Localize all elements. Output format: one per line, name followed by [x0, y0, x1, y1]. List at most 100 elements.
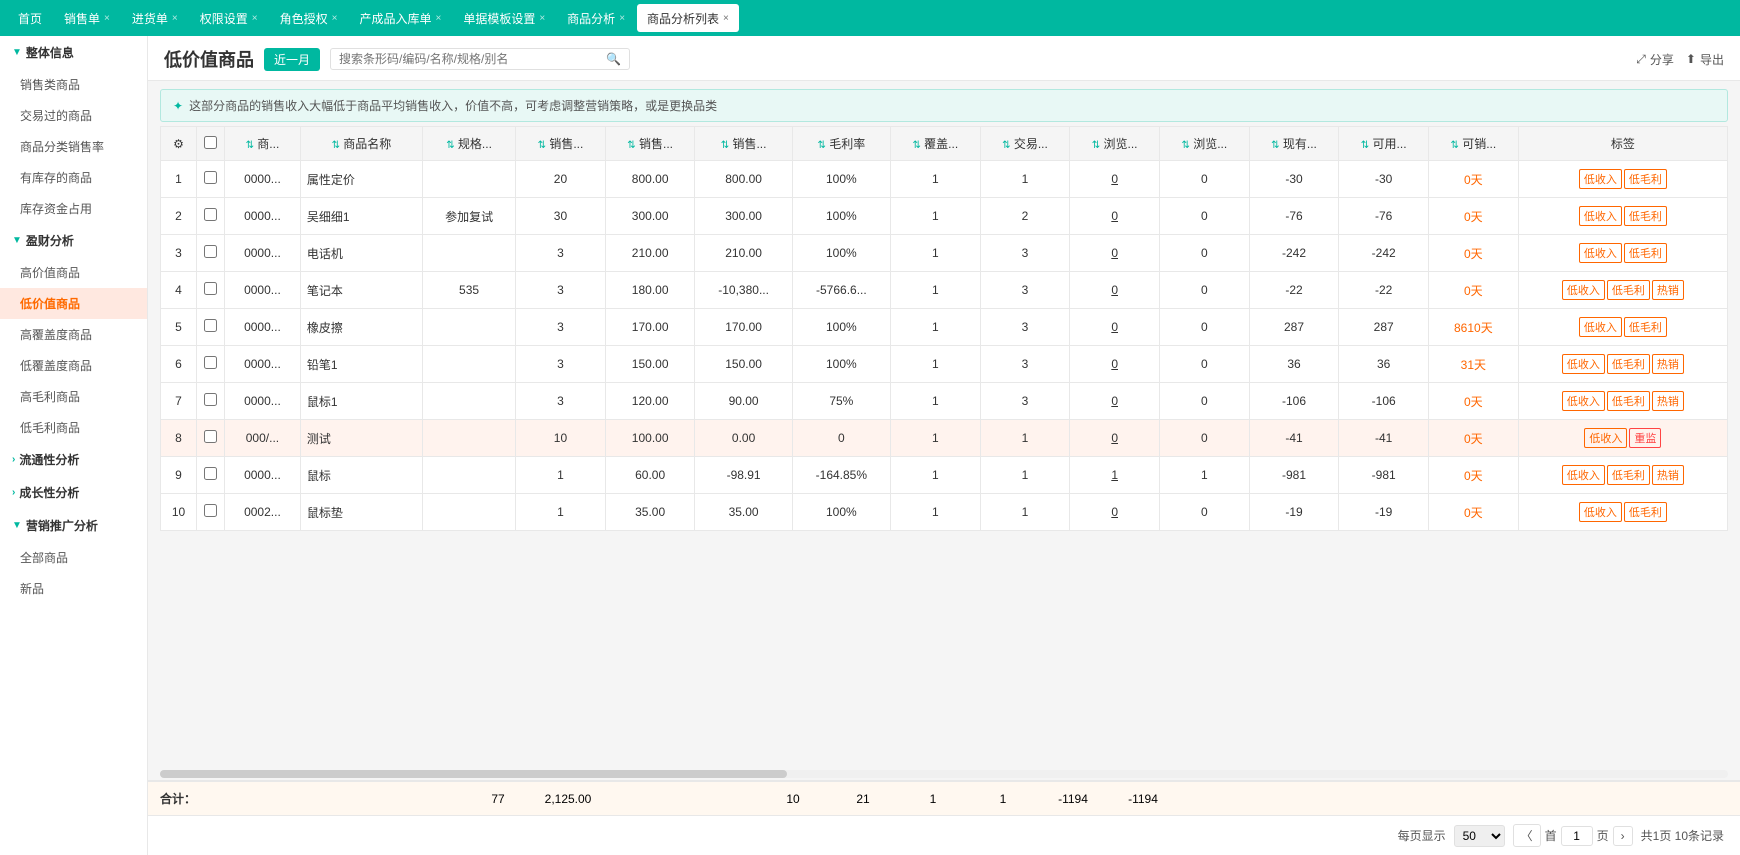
row-checkbox[interactable]	[197, 161, 225, 198]
data-table-wrapper[interactable]: ⚙ ⇅ 商... ⇅ 商品名称 ⇅ 规格... ⇅ 销售... ⇅ 销售... …	[160, 126, 1728, 770]
row-select-checkbox[interactable]	[204, 393, 217, 406]
search-input[interactable]	[339, 52, 600, 66]
row-checkbox[interactable]	[197, 198, 225, 235]
nav-product-analysis-list[interactable]: 商品分析列表 ×	[637, 4, 739, 32]
col-browse2[interactable]: ⇅ 浏览...	[1160, 127, 1250, 161]
col-sales3[interactable]: ⇅ 销售...	[695, 127, 792, 161]
col-sales1[interactable]: ⇅ 销售...	[516, 127, 606, 161]
share-button[interactable]: ⤢ 分享	[1636, 51, 1674, 68]
nav-products-in[interactable]: 产成品入库单 ×	[349, 4, 451, 32]
col-settings[interactable]: ⚙	[161, 127, 197, 161]
row-browse1[interactable]: 0	[1070, 272, 1160, 309]
col-coverage[interactable]: ⇅ 覆盖...	[890, 127, 980, 161]
col-stock1[interactable]: ⇅ 现有...	[1249, 127, 1339, 161]
scrollbar-thumb[interactable]	[160, 770, 787, 778]
sidebar-group-overall[interactable]: ▼ 整体信息	[0, 36, 147, 69]
table-row[interactable]: 1 0000... 属性定价 20 800.00 800.00 100% 1 1…	[161, 161, 1728, 198]
row-browse1[interactable]: 0	[1070, 346, 1160, 383]
sidebar-item-stock-capital[interactable]: 库存资金占用	[0, 193, 147, 224]
close-icon[interactable]: ×	[332, 13, 338, 24]
col-trade[interactable]: ⇅ 交易...	[980, 127, 1070, 161]
first-page-button[interactable]: 〈	[1513, 824, 1541, 847]
filter-button[interactable]: 近一月	[264, 48, 320, 71]
nav-product-analysis[interactable]: 商品分析 ×	[557, 4, 635, 32]
nav-template[interactable]: 单据模板设置 ×	[453, 4, 555, 32]
sidebar-item-low-coverage[interactable]: 低覆盖度商品	[0, 350, 147, 381]
horizontal-scrollbar[interactable]	[160, 770, 1728, 778]
row-checkbox[interactable]	[197, 346, 225, 383]
nav-home[interactable]: 首页	[8, 4, 52, 32]
table-row[interactable]: 5 0000... 橡皮擦 3 170.00 170.00 100% 1 3 0…	[161, 309, 1728, 346]
sidebar-item-sales-products[interactable]: 销售类商品	[0, 69, 147, 100]
col-margin[interactable]: ⇅ 毛利率	[792, 127, 890, 161]
close-icon[interactable]: ×	[723, 13, 729, 24]
select-all-checkbox[interactable]	[204, 136, 217, 149]
sidebar-item-category-sales-rate[interactable]: 商品分类销售率	[0, 131, 147, 162]
col-spec[interactable]: ⇅ 规格...	[423, 127, 516, 161]
sidebar-item-high-margin[interactable]: 高毛利商品	[0, 381, 147, 412]
nav-sales[interactable]: 销售单 ×	[54, 4, 120, 32]
close-icon[interactable]: ×	[539, 13, 545, 24]
col-stock2[interactable]: ⇅ 可用...	[1339, 127, 1429, 161]
row-select-checkbox[interactable]	[204, 356, 217, 369]
row-select-checkbox[interactable]	[204, 319, 217, 332]
table-row[interactable]: 3 0000... 电话机 3 210.00 210.00 100% 1 3 0…	[161, 235, 1728, 272]
row-browse1[interactable]: 0	[1070, 383, 1160, 420]
table-row[interactable]: 9 0000... 鼠标 1 60.00 -98.91 -164.85% 1 1…	[161, 457, 1728, 494]
sidebar-group-marketing[interactable]: ▼ 营销推广分析	[0, 509, 147, 542]
close-icon[interactable]: ×	[104, 13, 110, 24]
row-checkbox[interactable]	[197, 383, 225, 420]
table-row[interactable]: 10 0002... 鼠标垫 1 35.00 35.00 100% 1 1 0 …	[161, 494, 1728, 531]
row-select-checkbox[interactable]	[204, 504, 217, 517]
nav-purchase[interactable]: 进货单 ×	[122, 4, 188, 32]
col-browse1[interactable]: ⇅ 浏览...	[1070, 127, 1160, 161]
row-checkbox[interactable]	[197, 457, 225, 494]
table-row[interactable]: 8 000/... 测试 10 100.00 0.00 0 1 1 0 0 -4…	[161, 420, 1728, 457]
row-select-checkbox[interactable]	[204, 467, 217, 480]
settings-icon[interactable]: ⚙	[173, 137, 184, 151]
row-checkbox[interactable]	[197, 420, 225, 457]
sidebar-item-all-products[interactable]: 全部商品	[0, 542, 147, 573]
row-select-checkbox[interactable]	[204, 245, 217, 258]
row-browse1[interactable]: 0	[1070, 494, 1160, 531]
row-browse1[interactable]: 0	[1070, 309, 1160, 346]
row-select-checkbox[interactable]	[204, 208, 217, 221]
row-select-checkbox[interactable]	[204, 282, 217, 295]
nav-permissions[interactable]: 权限设置 ×	[190, 4, 268, 32]
sidebar-item-high-value[interactable]: 高价值商品	[0, 257, 147, 288]
sidebar-group-liquidity[interactable]: › 流通性分析	[0, 443, 147, 476]
close-icon[interactable]: ×	[435, 13, 441, 24]
close-icon[interactable]: ×	[172, 13, 178, 24]
close-icon[interactable]: ×	[619, 13, 625, 24]
col-name[interactable]: ⇅ 商品名称	[300, 127, 422, 161]
next-page-button[interactable]: ›	[1613, 826, 1633, 846]
col-checkbox[interactable]	[197, 127, 225, 161]
row-checkbox[interactable]	[197, 309, 225, 346]
row-select-checkbox[interactable]	[204, 430, 217, 443]
table-row[interactable]: 7 0000... 鼠标1 3 120.00 90.00 75% 1 3 0 0…	[161, 383, 1728, 420]
row-checkbox[interactable]	[197, 272, 225, 309]
col-code[interactable]: ⇅ 商...	[225, 127, 301, 161]
col-stock3[interactable]: ⇅ 可销...	[1429, 127, 1519, 161]
sidebar-item-traded-products[interactable]: 交易过的商品	[0, 100, 147, 131]
per-page-select[interactable]: 50 100	[1454, 825, 1505, 847]
sidebar-group-growth[interactable]: › 成长性分析	[0, 476, 147, 509]
row-select-checkbox[interactable]	[204, 171, 217, 184]
table-row[interactable]: 2 0000... 吴细细1 参加复试 30 300.00 300.00 100…	[161, 198, 1728, 235]
sidebar-item-high-coverage[interactable]: 高覆盖度商品	[0, 319, 147, 350]
row-browse1[interactable]: 0	[1070, 420, 1160, 457]
row-checkbox[interactable]	[197, 494, 225, 531]
close-icon[interactable]: ×	[252, 13, 258, 24]
export-button[interactable]: ⬆ 导出	[1686, 51, 1724, 68]
col-sales2[interactable]: ⇅ 销售...	[605, 127, 695, 161]
table-row[interactable]: 4 0000... 笔记本 535 3 180.00 -10,380... -5…	[161, 272, 1728, 309]
per-page-dropdown[interactable]: 50 100	[1454, 825, 1505, 847]
page-number-input[interactable]	[1561, 826, 1593, 846]
row-checkbox[interactable]	[197, 235, 225, 272]
sidebar-item-low-margin[interactable]: 低毛利商品	[0, 412, 147, 443]
row-browse1[interactable]: 0	[1070, 198, 1160, 235]
sidebar-item-new-products[interactable]: 新品	[0, 573, 147, 604]
row-browse1[interactable]: 0	[1070, 161, 1160, 198]
nav-roles[interactable]: 角色授权 ×	[270, 4, 348, 32]
row-browse1[interactable]: 1	[1070, 457, 1160, 494]
